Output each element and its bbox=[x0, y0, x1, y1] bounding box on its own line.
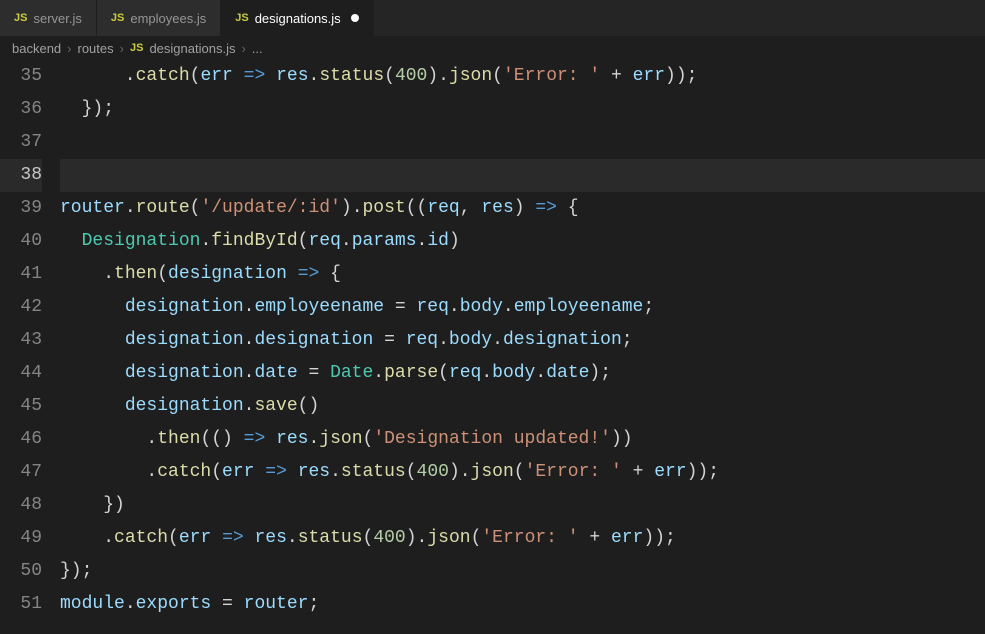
tab-employees-js[interactable]: JS employees.js bbox=[97, 0, 221, 36]
line-number: 43 bbox=[0, 324, 42, 357]
line-number: 51 bbox=[0, 588, 42, 621]
code-line[interactable]: .catch(err => res.status(400).json('Erro… bbox=[60, 522, 985, 555]
js-file-icon: JS bbox=[235, 12, 248, 24]
breadcrumb-part: designations.js bbox=[149, 41, 235, 56]
chevron-right-icon: › bbox=[241, 41, 245, 56]
code-line[interactable]: .then(designation => { bbox=[60, 258, 985, 291]
editor-tabs: JS server.js JS employees.js JS designat… bbox=[0, 0, 985, 36]
code-line[interactable]: designation.employeename = req.body.empl… bbox=[60, 291, 985, 324]
code-line[interactable]: }); bbox=[60, 93, 985, 126]
code-line[interactable] bbox=[60, 126, 985, 159]
code-line[interactable]: router.route('/update/:id').post((req, r… bbox=[60, 192, 985, 225]
code-line[interactable] bbox=[60, 159, 985, 192]
line-number: 45 bbox=[0, 390, 42, 423]
code-line[interactable]: designation.date = Date.parse(req.body.d… bbox=[60, 357, 985, 390]
line-number: 48 bbox=[0, 489, 42, 522]
code-line[interactable]: }); bbox=[60, 555, 985, 588]
tab-label: employees.js bbox=[130, 11, 206, 26]
code-line[interactable]: .then(() => res.json('Designation update… bbox=[60, 423, 985, 456]
line-number: 40 bbox=[0, 225, 42, 258]
line-number: 41 bbox=[0, 258, 42, 291]
breadcrumb-part: ... bbox=[252, 41, 263, 56]
line-number: 44 bbox=[0, 357, 42, 390]
line-number: 35 bbox=[0, 60, 42, 93]
code-editor[interactable]: 3536373839404142434445464748495051 .catc… bbox=[0, 60, 985, 634]
tab-label: server.js bbox=[33, 11, 81, 26]
line-number: 47 bbox=[0, 456, 42, 489]
code-line[interactable]: .catch(err => res.status(400).json('Erro… bbox=[60, 60, 985, 93]
code-line[interactable]: .catch(err => res.status(400).json('Erro… bbox=[60, 456, 985, 489]
tab-label: designations.js bbox=[255, 11, 341, 26]
js-file-icon: JS bbox=[14, 12, 27, 24]
code-area[interactable]: .catch(err => res.status(400).json('Erro… bbox=[60, 60, 985, 634]
code-line[interactable]: designation.designation = req.body.desig… bbox=[60, 324, 985, 357]
line-number: 39 bbox=[0, 192, 42, 225]
line-number: 49 bbox=[0, 522, 42, 555]
unsaved-indicator-icon bbox=[351, 14, 359, 22]
tab-server-js[interactable]: JS server.js bbox=[0, 0, 97, 36]
chevron-right-icon: › bbox=[120, 41, 124, 56]
line-number: 38 bbox=[0, 159, 42, 192]
js-file-icon: JS bbox=[111, 12, 124, 24]
line-number-gutter: 3536373839404142434445464748495051 bbox=[0, 60, 60, 634]
chevron-right-icon: › bbox=[67, 41, 71, 56]
tab-designations-js[interactable]: JS designations.js bbox=[221, 0, 373, 36]
code-line[interactable]: module.exports = router; bbox=[60, 588, 985, 621]
js-file-icon: JS bbox=[130, 42, 143, 54]
breadcrumb-part: backend bbox=[12, 41, 61, 56]
line-number: 37 bbox=[0, 126, 42, 159]
breadcrumb[interactable]: backend › routes › JS designations.js › … bbox=[0, 36, 985, 60]
code-line[interactable]: }) bbox=[60, 489, 985, 522]
code-line[interactable]: Designation.findById(req.params.id) bbox=[60, 225, 985, 258]
line-number: 42 bbox=[0, 291, 42, 324]
line-number: 46 bbox=[0, 423, 42, 456]
code-line[interactable]: designation.save() bbox=[60, 390, 985, 423]
breadcrumb-part: routes bbox=[78, 41, 114, 56]
line-number: 50 bbox=[0, 555, 42, 588]
line-number: 36 bbox=[0, 93, 42, 126]
